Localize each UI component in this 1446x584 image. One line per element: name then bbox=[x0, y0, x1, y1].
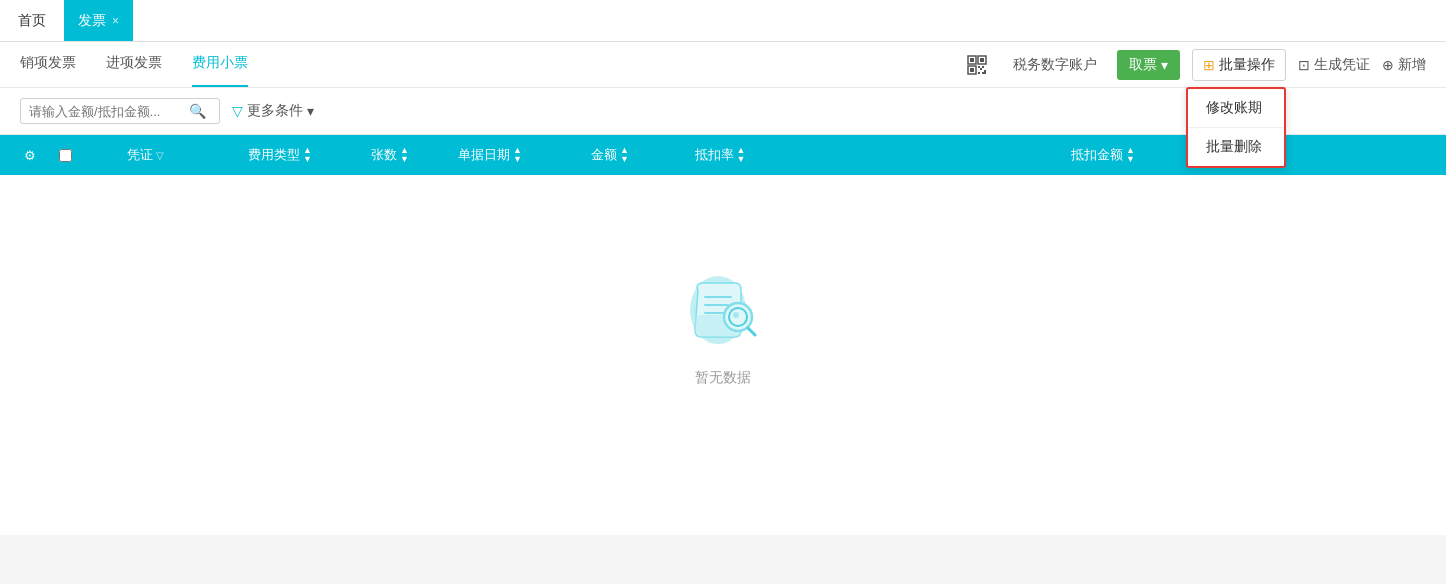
svg-point-19 bbox=[733, 312, 739, 318]
batch-op-container: ⊞ 批量操作 修改账期 批量删除 bbox=[1192, 49, 1286, 81]
search-wrap: 🔍 bbox=[20, 98, 220, 124]
tab-sales-invoice[interactable]: 销项发票 bbox=[20, 42, 76, 87]
batch-op-dropdown: 修改账期 批量删除 bbox=[1186, 87, 1286, 168]
batch-icon: ⊞ bbox=[1203, 57, 1215, 73]
th-voucher: 凭证 ▽ bbox=[80, 146, 210, 164]
more-conditions-label: 更多条件 bbox=[247, 102, 303, 120]
gen-voucher-button[interactable]: ⊡ 生成凭证 bbox=[1298, 56, 1370, 74]
filter-icon-voucher[interactable]: ▽ bbox=[156, 150, 164, 161]
tab-purchase-invoice[interactable]: 进项发票 bbox=[106, 42, 162, 87]
search-input[interactable] bbox=[29, 104, 189, 119]
th-amount: 金额 ▲▼ bbox=[550, 146, 670, 164]
svg-rect-9 bbox=[984, 70, 986, 72]
take-ticket-label: 取票 bbox=[1129, 56, 1157, 74]
svg-rect-7 bbox=[982, 66, 984, 68]
tax-account-button[interactable]: 税务数字账户 bbox=[1005, 56, 1105, 74]
th-deduct-rate: 抵扣率 ▲▼ bbox=[670, 146, 770, 164]
sort-arrows-expense-type[interactable]: ▲▼ bbox=[303, 146, 312, 164]
empty-state-label: 暂无数据 bbox=[695, 369, 751, 387]
modify-period-item[interactable]: 修改账期 bbox=[1188, 89, 1284, 127]
th-expense-type: 费用类型 ▲▼ bbox=[210, 146, 350, 164]
add-new-icon: ⊕ bbox=[1382, 57, 1394, 73]
svg-rect-10 bbox=[978, 72, 980, 74]
th-gear[interactable]: ⚙ bbox=[10, 148, 50, 163]
th-deduct-amount: 抵扣金额 ▲▼ bbox=[770, 146, 1436, 164]
invoice-tab[interactable]: 发票 × bbox=[64, 0, 133, 41]
svg-rect-3 bbox=[980, 58, 984, 62]
svg-line-18 bbox=[748, 328, 755, 335]
add-new-label: 新增 bbox=[1398, 56, 1426, 74]
content-area: ⚙ 凭证 ▽ 费用类型 ▲▼ 张数 ▲▼ 单据日期 ▲▼ 金额 ▲▼ 抵扣率 ▲… bbox=[0, 135, 1446, 535]
sort-arrows-deduct-amount[interactable]: ▲▼ bbox=[1126, 146, 1135, 164]
invoice-tab-close[interactable]: × bbox=[112, 14, 119, 28]
svg-rect-1 bbox=[970, 58, 974, 62]
svg-rect-11 bbox=[982, 72, 986, 74]
top-nav: 首页 发票 × bbox=[0, 0, 1446, 42]
batch-op-label: 批量操作 bbox=[1219, 56, 1275, 74]
svg-rect-6 bbox=[978, 66, 980, 68]
take-ticket-arrow: ▾ bbox=[1161, 57, 1168, 73]
qr-icon bbox=[966, 54, 988, 76]
more-conditions-arrow: ▾ bbox=[307, 103, 314, 119]
gen-voucher-icon: ⊡ bbox=[1298, 57, 1310, 73]
gear-icon: ⚙ bbox=[24, 148, 36, 163]
th-checkbox[interactable] bbox=[50, 149, 80, 162]
th-count: 张数 ▲▼ bbox=[350, 146, 430, 164]
select-all-checkbox[interactable] bbox=[59, 149, 72, 162]
sub-nav: 销项发票 进项发票 费用小票 税 bbox=[0, 42, 1446, 88]
search-icon[interactable]: 🔍 bbox=[189, 103, 206, 119]
empty-state-icon bbox=[673, 255, 773, 355]
invoice-tab-label: 发票 bbox=[78, 12, 106, 30]
home-nav-item[interactable]: 首页 bbox=[0, 0, 64, 41]
take-ticket-button[interactable]: 取票 ▾ bbox=[1117, 50, 1180, 80]
sort-arrows-date[interactable]: ▲▼ bbox=[513, 146, 522, 164]
empty-state: 暂无数据 bbox=[0, 175, 1446, 427]
sort-arrows-amount[interactable]: ▲▼ bbox=[620, 146, 629, 164]
batch-op-button[interactable]: ⊞ 批量操作 bbox=[1192, 49, 1286, 81]
filter-icon: ▽ bbox=[232, 103, 243, 119]
th-date: 单据日期 ▲▼ bbox=[430, 146, 550, 164]
more-conditions-button[interactable]: ▽ 更多条件 ▾ bbox=[232, 102, 314, 120]
tab-expense-receipt[interactable]: 费用小票 bbox=[192, 42, 248, 87]
batch-delete-item[interactable]: 批量删除 bbox=[1188, 128, 1284, 166]
add-new-button[interactable]: ⊕ 新增 bbox=[1382, 56, 1426, 74]
qr-icon-button[interactable] bbox=[961, 49, 993, 81]
sub-nav-actions: 税务数字账户 取票 ▾ ⊞ 批量操作 修改账期 批量删除 ⊡ 生成凭证 ⊕ 新增 bbox=[961, 49, 1426, 81]
svg-rect-5 bbox=[970, 68, 974, 72]
sort-arrows-count[interactable]: ▲▼ bbox=[400, 146, 409, 164]
gen-voucher-label: 生成凭证 bbox=[1314, 56, 1370, 74]
svg-rect-8 bbox=[980, 68, 982, 70]
sub-nav-tabs: 销项发票 进项发票 费用小票 bbox=[20, 42, 248, 87]
sort-arrows-deduct-rate[interactable]: ▲▼ bbox=[737, 146, 746, 164]
